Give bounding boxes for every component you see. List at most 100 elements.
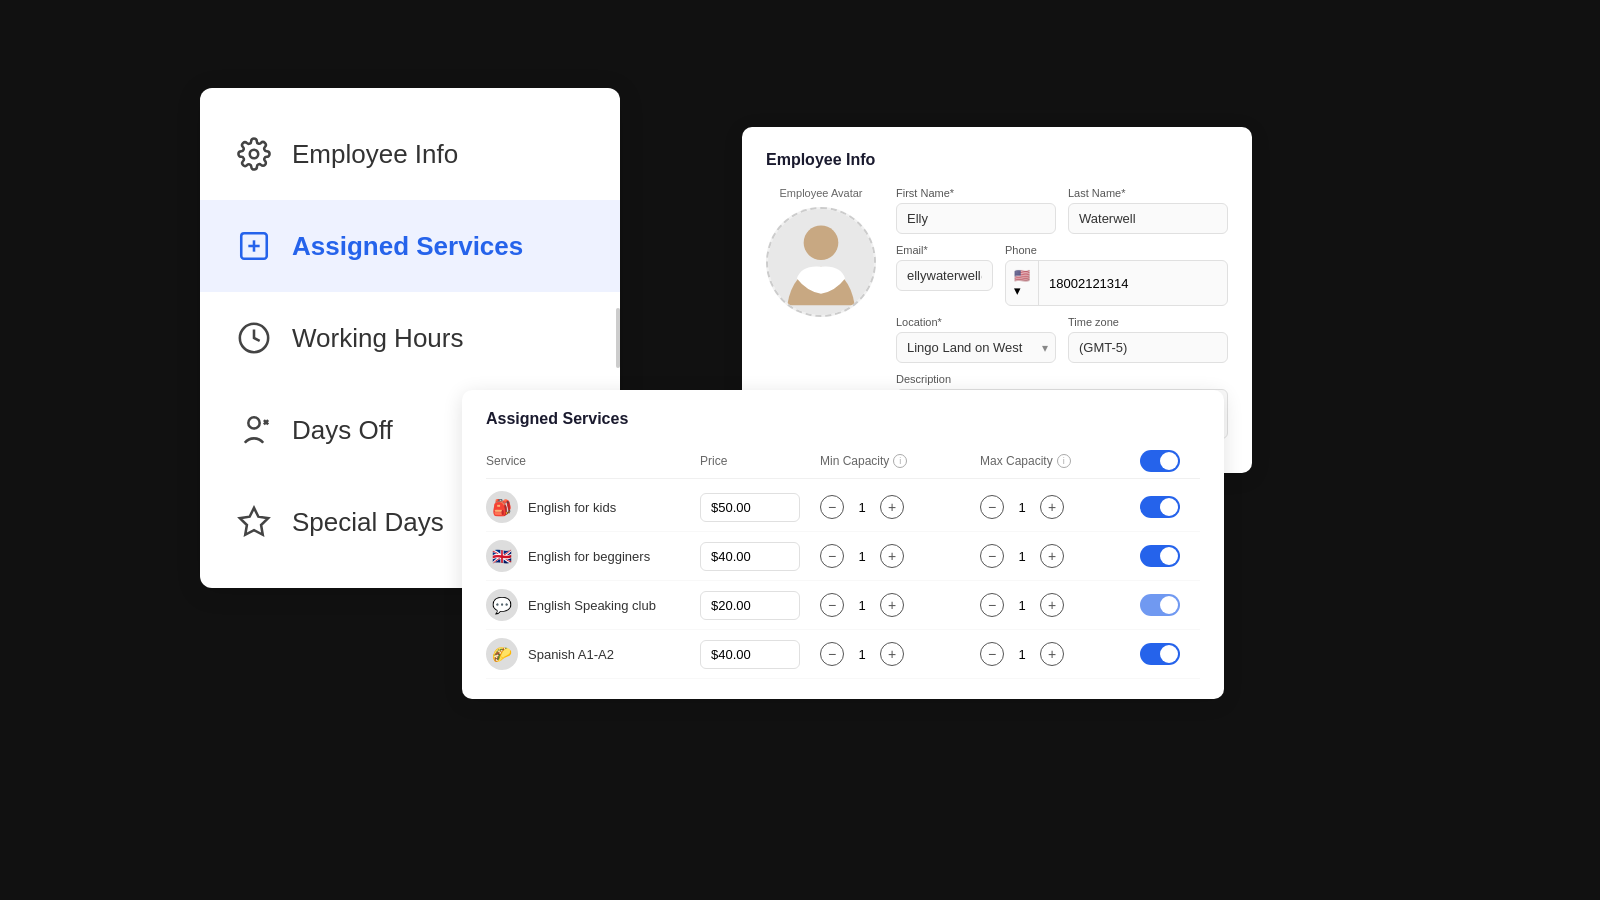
plus-square-icon: [236, 228, 272, 264]
assigned-services-title: Assigned Services: [486, 410, 1200, 428]
max-increase-btn[interactable]: +: [1040, 495, 1064, 519]
min-increase-btn[interactable]: +: [880, 544, 904, 568]
service-label: English Speaking club: [528, 598, 656, 613]
min-value: 1: [852, 549, 872, 564]
sidebar-item-label: Special Days: [292, 507, 444, 538]
max-decrease-btn[interactable]: −: [980, 642, 1004, 666]
col-min-capacity: Min Capacity i: [820, 450, 980, 472]
phone-group: Phone 🇺🇸 ▾: [1005, 244, 1228, 306]
sidebar-item-working-hours[interactable]: Working Hours: [200, 292, 620, 384]
min-decrease-btn[interactable]: −: [820, 544, 844, 568]
service-label: English for begginers: [528, 549, 650, 564]
service-toggle[interactable]: [1140, 643, 1180, 665]
max-increase-btn[interactable]: +: [1040, 642, 1064, 666]
col-service: Service: [486, 450, 700, 472]
price-input[interactable]: [700, 591, 800, 620]
sidebar-item-assigned-services[interactable]: Assigned Services: [200, 200, 620, 292]
service-toggle[interactable]: [1140, 545, 1180, 567]
services-table: Service Price Min Capacity i Max Capacit…: [486, 444, 1200, 679]
timezone-label: Time zone: [1068, 316, 1228, 328]
service-avatar: 💬: [486, 589, 518, 621]
last-name-group: Last Name*: [1068, 187, 1228, 234]
service-toggle[interactable]: [1140, 594, 1180, 616]
sidebar-item-label: Employee Info: [292, 139, 458, 170]
min-value: 1: [852, 598, 872, 613]
email-label: Email*: [896, 244, 993, 256]
min-capacity-stepper: − 1 +: [820, 495, 980, 519]
max-decrease-btn[interactable]: −: [980, 593, 1004, 617]
service-label: English for kids: [528, 500, 616, 515]
phone-label: Phone: [1005, 244, 1228, 256]
min-decrease-btn[interactable]: −: [820, 593, 844, 617]
first-name-input[interactable]: [896, 203, 1056, 234]
min-decrease-btn[interactable]: −: [820, 495, 844, 519]
max-value: 1: [1012, 549, 1032, 564]
toggle-cell: [1140, 594, 1200, 616]
header-toggle[interactable]: [1140, 450, 1180, 472]
table-row: 🇬🇧 English for begginers − 1 + − 1 +: [486, 532, 1200, 581]
toggle-cell: [1140, 496, 1200, 518]
max-value: 1: [1012, 647, 1032, 662]
star-icon: [236, 504, 272, 540]
max-value: 1: [1012, 598, 1032, 613]
svg-marker-8: [240, 508, 268, 535]
price-input[interactable]: [700, 640, 800, 669]
min-value: 1: [852, 647, 872, 662]
person-off-icon: [236, 412, 272, 448]
sidebar-item-label: Working Hours: [292, 323, 463, 354]
phone-flag[interactable]: 🇺🇸 ▾: [1006, 261, 1039, 305]
service-avatar: 🌮: [486, 638, 518, 670]
description-label: Description: [896, 373, 1228, 385]
col-price: Price: [700, 450, 820, 472]
sidebar-item-employee-info[interactable]: Employee Info: [200, 108, 620, 200]
timezone-input[interactable]: [1068, 332, 1228, 363]
service-toggle[interactable]: [1140, 496, 1180, 518]
last-name-input[interactable]: [1068, 203, 1228, 234]
table-row: 🌮 Spanish A1-A2 − 1 + − 1 +: [486, 630, 1200, 679]
email-input[interactable]: [896, 260, 993, 291]
min-increase-btn[interactable]: +: [880, 495, 904, 519]
sidebar-item-label: Days Off: [292, 415, 393, 446]
max-increase-btn[interactable]: +: [1040, 593, 1064, 617]
price-cell: [700, 542, 820, 571]
min-decrease-btn[interactable]: −: [820, 642, 844, 666]
avatar-label: Employee Avatar: [780, 187, 863, 199]
max-decrease-btn[interactable]: −: [980, 544, 1004, 568]
assigned-services-card: Assigned Services Service Price Min Capa…: [462, 390, 1224, 699]
price-cell: [700, 640, 820, 669]
location-group: Location* Lingo Land on West st. ▾: [896, 316, 1056, 363]
avatar[interactable]: [766, 207, 876, 317]
price-input[interactable]: [700, 542, 800, 571]
service-label: Spanish A1-A2: [528, 647, 614, 662]
min-increase-btn[interactable]: +: [880, 593, 904, 617]
min-capacity-stepper: − 1 +: [820, 544, 980, 568]
col-max-capacity: Max Capacity i: [980, 450, 1140, 472]
gear-icon: [236, 136, 272, 172]
location-select-wrapper: Lingo Land on West st. ▾: [896, 332, 1056, 363]
service-name: 💬 English Speaking club: [486, 589, 700, 621]
toggle-cell: [1140, 643, 1200, 665]
max-capacity-stepper: − 1 +: [980, 642, 1140, 666]
services-table-header: Service Price Min Capacity i Max Capacit…: [486, 444, 1200, 479]
svg-point-0: [250, 150, 259, 159]
max-decrease-btn[interactable]: −: [980, 495, 1004, 519]
min-increase-btn[interactable]: +: [880, 642, 904, 666]
max-capacity-info-icon[interactable]: i: [1057, 454, 1071, 468]
min-capacity-stepper: − 1 +: [820, 593, 980, 617]
max-capacity-stepper: − 1 +: [980, 593, 1140, 617]
svg-point-5: [248, 417, 259, 428]
min-capacity-info-icon[interactable]: i: [893, 454, 907, 468]
min-capacity-stepper: − 1 +: [820, 642, 980, 666]
max-increase-btn[interactable]: +: [1040, 544, 1064, 568]
phone-input[interactable]: [1039, 269, 1227, 298]
svg-point-10: [804, 225, 839, 260]
location-select[interactable]: Lingo Land on West st.: [896, 332, 1056, 363]
max-capacity-stepper: − 1 +: [980, 544, 1140, 568]
service-name: 🎒 English for kids: [486, 491, 700, 523]
service-name: 🇬🇧 English for begginers: [486, 540, 700, 572]
price-input[interactable]: [700, 493, 800, 522]
price-cell: [700, 591, 820, 620]
phone-field[interactable]: 🇺🇸 ▾: [1005, 260, 1228, 306]
location-label: Location*: [896, 316, 1056, 328]
max-capacity-stepper: − 1 +: [980, 495, 1140, 519]
